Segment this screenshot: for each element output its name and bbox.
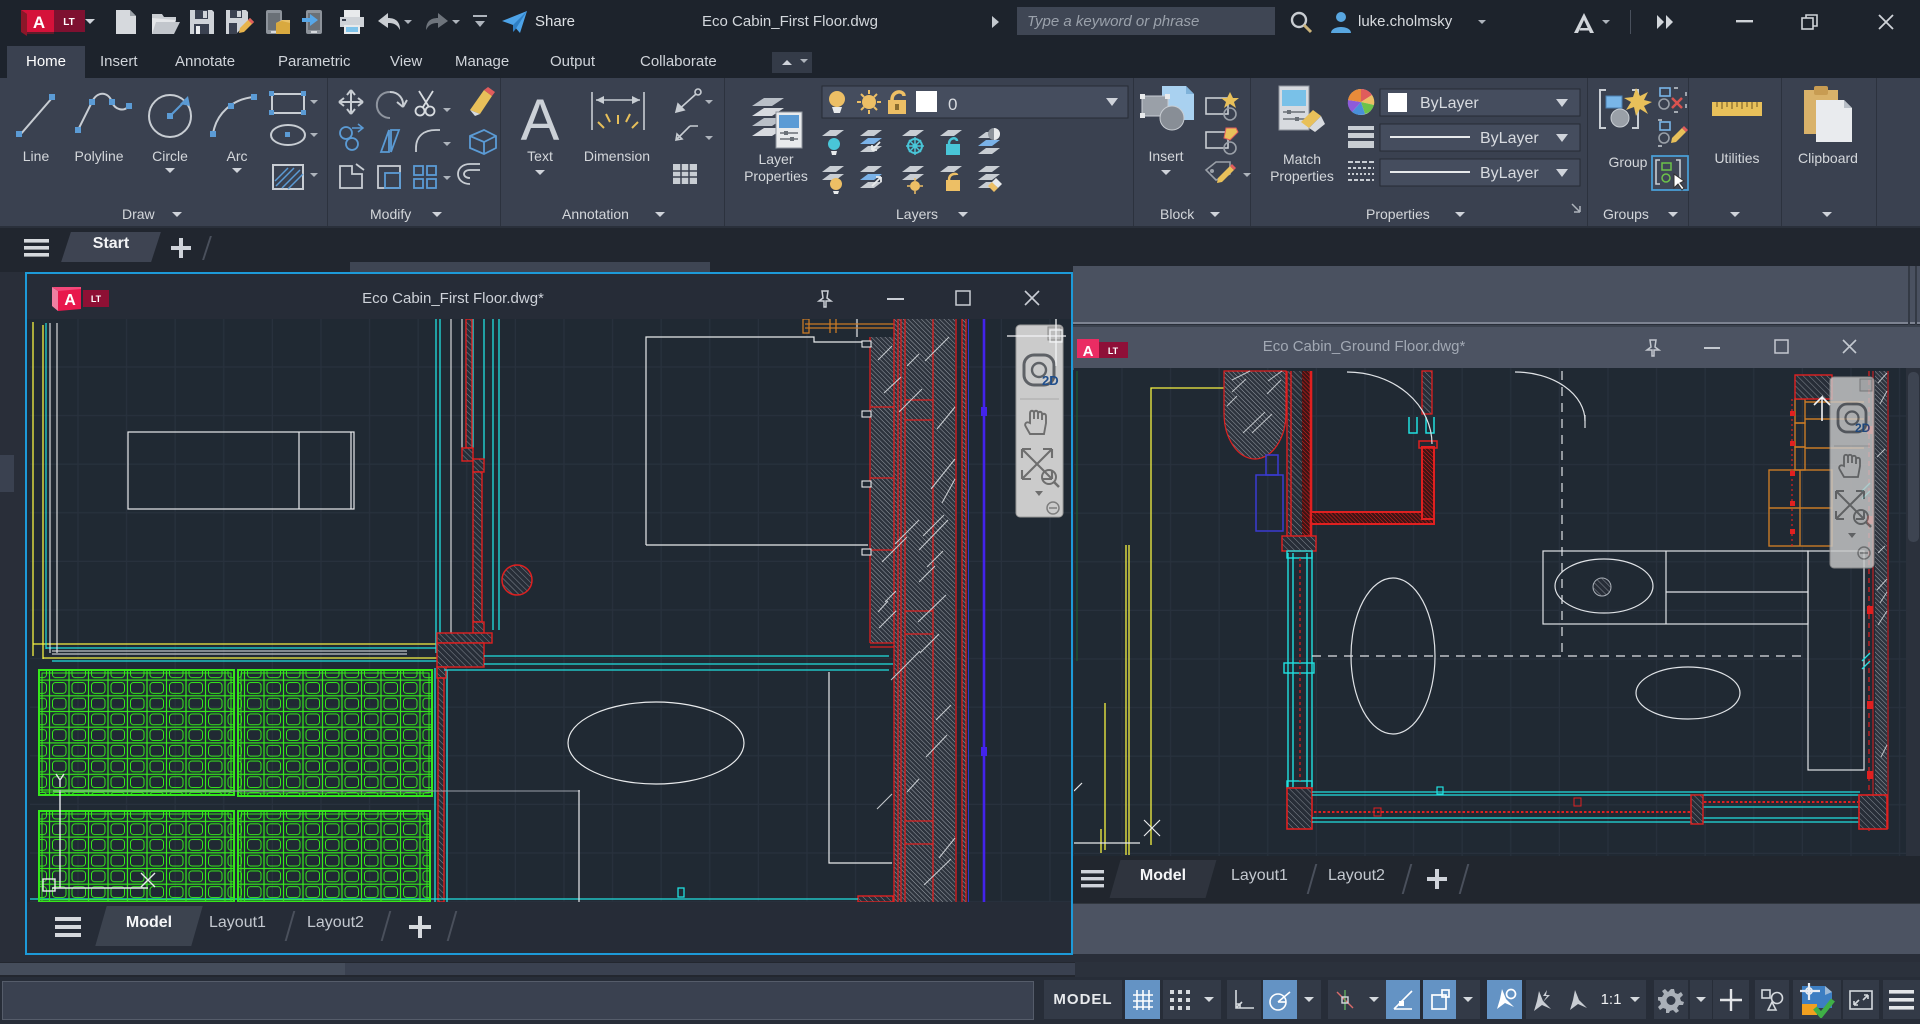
svg-text:0: 0: [948, 95, 957, 114]
svg-text:ByLayer: ByLayer: [1480, 130, 1539, 147]
svg-text:A: A: [521, 88, 560, 153]
svg-text:A: A: [33, 13, 45, 32]
svg-text:2D: 2D: [1855, 421, 1871, 435]
svg-text:LT: LT: [1108, 346, 1119, 356]
svg-text:LT: LT: [91, 294, 102, 304]
svg-text:ByLayer: ByLayer: [1420, 95, 1479, 112]
svg-text:LT: LT: [63, 17, 74, 28]
svg-text:ByLayer: ByLayer: [1480, 165, 1539, 182]
svg-text:A: A: [64, 292, 76, 309]
svg-text:A: A: [1083, 343, 1094, 358]
svg-text:2D: 2D: [1042, 373, 1059, 388]
